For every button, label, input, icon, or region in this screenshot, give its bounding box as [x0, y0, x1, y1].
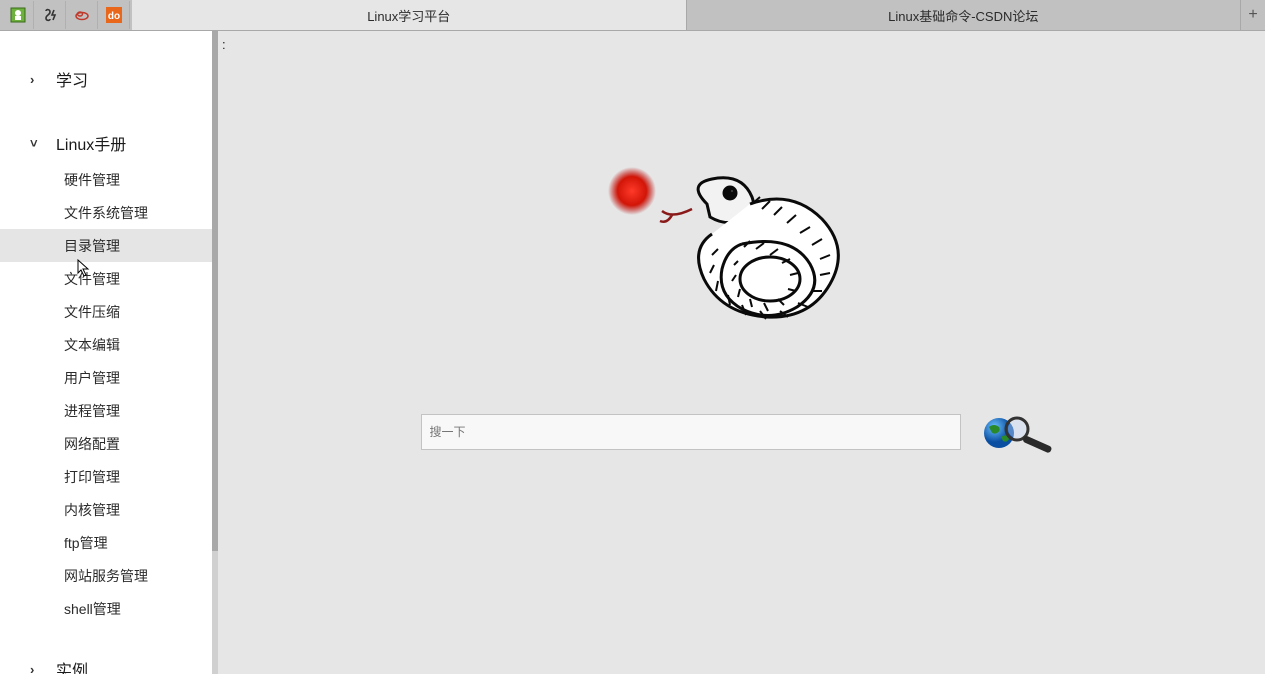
nav-item[interactable]: 文件管理	[62, 262, 218, 295]
tab-strip: do Linux学习平台 Linux基础命令-CSDN论坛 +	[0, 0, 1265, 31]
app-icon-cloud[interactable]	[66, 1, 98, 29]
search-input[interactable]	[421, 414, 961, 450]
chevron-down-icon: ˅	[30, 136, 44, 151]
nav-item[interactable]: ftp管理	[62, 526, 218, 559]
app-icon-1[interactable]	[2, 1, 34, 29]
nav-item[interactable]: 打印管理	[62, 460, 218, 493]
search-globe-icon	[979, 411, 1063, 453]
nav-item[interactable]: 硬件管理	[62, 163, 218, 196]
search-bar	[421, 411, 1063, 453]
red-orb-icon	[608, 167, 656, 215]
tab-active-label: Linux学习平台	[367, 6, 450, 25]
nav-section-title: 学习	[56, 67, 88, 91]
nav-item[interactable]: 文件系统管理	[62, 196, 218, 229]
nav-section-title: 实例	[56, 657, 88, 674]
toolbar-icons: do	[0, 1, 132, 29]
new-tab-button[interactable]: +	[1241, 0, 1265, 30]
tab-inactive-label: Linux基础命令-CSDN论坛	[888, 6, 1038, 25]
nav-item[interactable]: 目录管理	[0, 229, 218, 262]
content-marker: :	[222, 37, 226, 52]
app-icon-2[interactable]	[34, 1, 66, 29]
tab-inactive[interactable]: Linux基础命令-CSDN论坛	[687, 0, 1242, 30]
nav-section-title: Linux手册	[56, 131, 126, 155]
main-content: :	[218, 31, 1265, 674]
nav-item[interactable]: 网站服务管理	[62, 559, 218, 592]
search-button[interactable]	[979, 411, 1063, 453]
nav-item[interactable]: 进程管理	[62, 394, 218, 427]
nav-item[interactable]: 用户管理	[62, 361, 218, 394]
nav-section-2[interactable]: › 实例	[0, 649, 218, 674]
tab-active[interactable]: Linux学习平台	[132, 0, 687, 30]
hero-logo	[592, 149, 892, 349]
nav-item[interactable]: 文件压缩	[62, 295, 218, 328]
svg-text:do: do	[107, 11, 119, 22]
nav-item[interactable]: shell管理	[62, 592, 218, 625]
sidebar: › 学习 ˅ Linux手册硬件管理文件系统管理目录管理文件管理文件压缩文本编辑用户管…	[0, 31, 218, 674]
app-icon-do[interactable]: do	[98, 1, 130, 29]
snake-icon	[660, 178, 838, 319]
nav-item[interactable]: 文本编辑	[62, 328, 218, 361]
chevron-right-icon: ›	[30, 662, 44, 674]
nav-item[interactable]: 内核管理	[62, 493, 218, 526]
chevron-right-icon: ›	[30, 72, 44, 87]
nav-item[interactable]: 网络配置	[62, 427, 218, 460]
nav-section-0[interactable]: › 学习	[0, 59, 218, 99]
nav-section-1[interactable]: ˅ Linux手册	[0, 123, 218, 163]
